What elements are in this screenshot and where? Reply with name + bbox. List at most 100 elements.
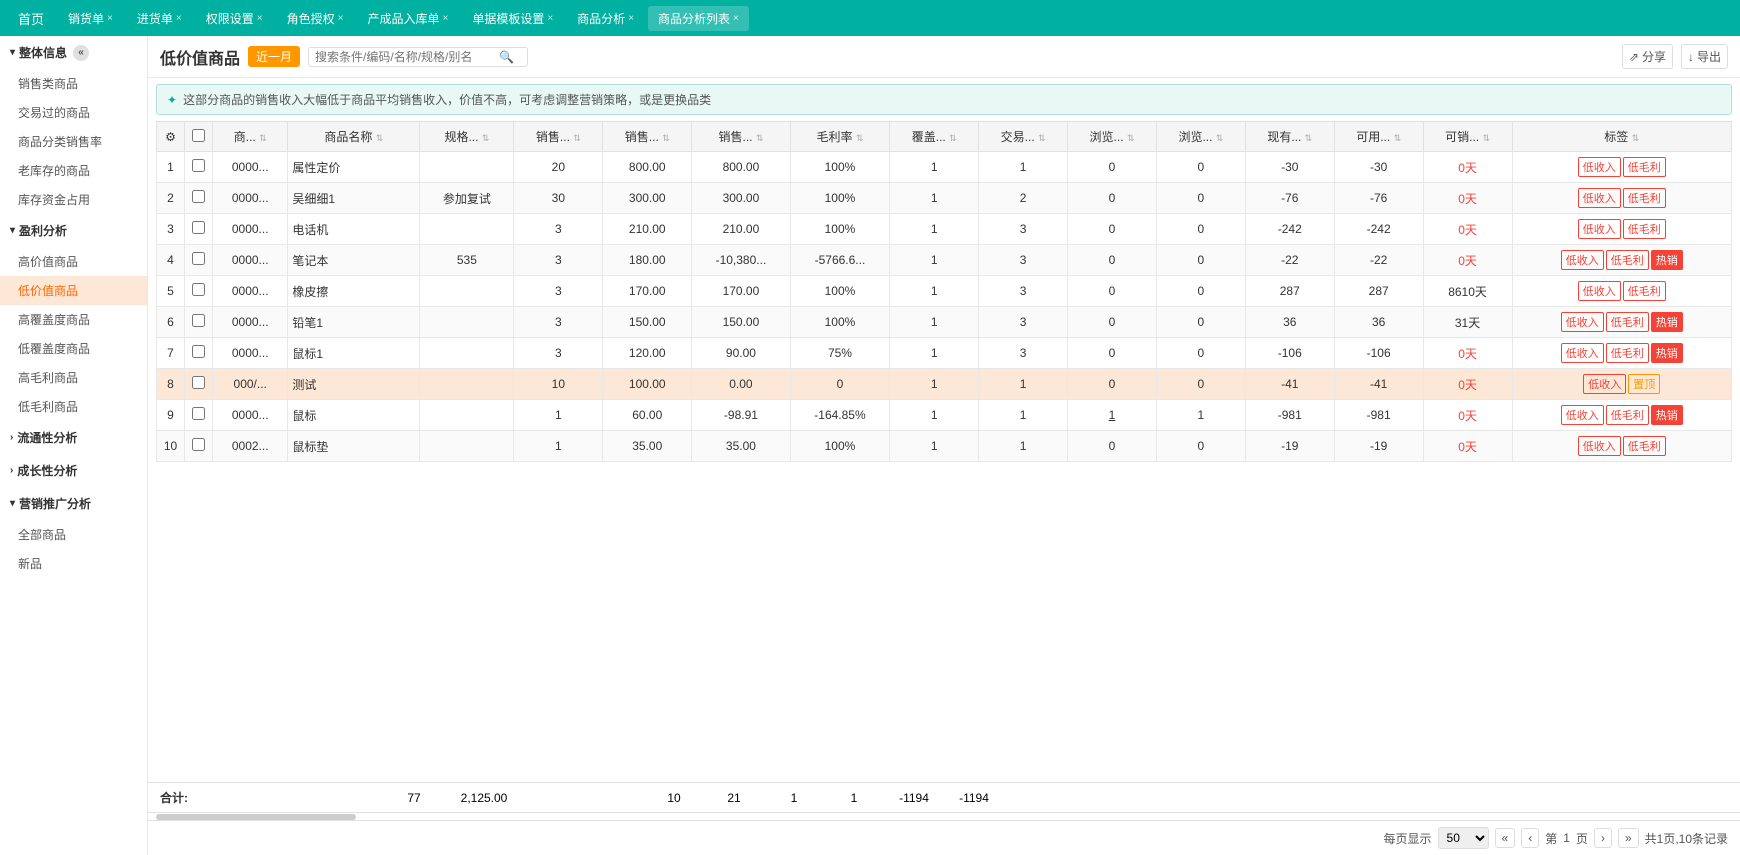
sidebar-section-growth[interactable]: › 成长性分析 — [0, 454, 147, 487]
row-browse1[interactable]: 0 — [1068, 183, 1157, 214]
sidebar-section-profit[interactable]: ▾ 盈利分析 — [0, 214, 147, 247]
row-name[interactable]: 笔记本 — [288, 245, 420, 276]
col-sale2[interactable]: 销售... ⇅ — [692, 122, 790, 152]
last-page-btn[interactable]: » — [1618, 828, 1639, 848]
sidebar-item-high-value[interactable]: 高价值商品 — [0, 247, 147, 276]
row-checkbox[interactable] — [185, 431, 213, 462]
row-browse1[interactable]: 0 — [1068, 152, 1157, 183]
sidebar-item-low-value[interactable]: 低价值商品 — [0, 276, 147, 305]
nav-close-sales[interactable]: × — [107, 13, 113, 24]
row-checkbox[interactable] — [185, 245, 213, 276]
first-page-btn[interactable]: « — [1495, 828, 1516, 848]
nav-close-permissions[interactable]: × — [257, 13, 263, 24]
sidebar-section-marketing[interactable]: ▾ 营销推广分析 — [0, 487, 147, 520]
col-sale1[interactable]: 销售... ⇅ — [603, 122, 692, 152]
sidebar-item-high-margin[interactable]: 高毛利商品 — [0, 363, 147, 392]
nav-template[interactable]: 单据模板设置 × — [462, 6, 563, 31]
row-browse1[interactable]: 0 — [1068, 369, 1157, 400]
col-qty[interactable]: 销售... ⇅ — [514, 122, 603, 152]
nav-production[interactable]: 产成品入库单 × — [357, 6, 458, 31]
row-name[interactable]: 鼠标 — [288, 400, 420, 431]
row-browse1[interactable]: 0 — [1068, 431, 1157, 462]
collapse-btn[interactable]: « — [73, 45, 89, 61]
nav-purchase[interactable]: 进货单 × — [127, 6, 192, 31]
nav-close-production[interactable]: × — [442, 13, 448, 24]
col-tags[interactable]: 标签 ⇅ — [1512, 122, 1732, 152]
select-all-checkbox[interactable] — [192, 129, 205, 142]
filter-recent-month-btn[interactable]: 近一月 — [248, 46, 300, 67]
col-checkbox[interactable] — [185, 122, 213, 152]
col-coverage[interactable]: 覆盖... ⇅ — [890, 122, 979, 152]
sidebar-item-traded-goods[interactable]: 交易过的商品 — [0, 98, 147, 127]
col-gross[interactable]: 毛利率 ⇅ — [790, 122, 890, 152]
row-browse1[interactable]: 0 — [1068, 276, 1157, 307]
row-avail: -30 — [1334, 152, 1423, 183]
col-avail[interactable]: 可用... ⇅ — [1334, 122, 1423, 152]
nav-close-roles[interactable]: × — [338, 13, 344, 24]
row-name[interactable]: 吴细细1 — [288, 183, 420, 214]
sidebar-item-all-goods[interactable]: 全部商品 — [0, 520, 147, 549]
share-button[interactable]: ⇗ 分享 — [1622, 44, 1673, 69]
nav-close-analysis-list[interactable]: × — [733, 13, 739, 24]
nav-close-template[interactable]: × — [547, 13, 553, 24]
nav-sales[interactable]: 销货单 × — [58, 6, 123, 31]
row-browse1[interactable]: 0 — [1068, 214, 1157, 245]
col-salable[interactable]: 可销... ⇅ — [1423, 122, 1512, 152]
sidebar-item-sales-goods[interactable]: 销售类商品 — [0, 69, 147, 98]
nav-roles[interactable]: 角色授权 × — [277, 6, 354, 31]
row-name[interactable]: 橡皮擦 — [288, 276, 420, 307]
col-browse1[interactable]: 浏览... ⇅ — [1068, 122, 1157, 152]
row-browse1[interactable]: 0 — [1068, 245, 1157, 276]
table-container[interactable]: ⚙ 商... ⇅ 商品名称 ⇅ 规格... ⇅ 销售... ⇅ 销售... ⇅ … — [148, 121, 1740, 782]
row-name[interactable]: 铅笔1 — [288, 307, 420, 338]
row-checkbox[interactable] — [185, 214, 213, 245]
row-checkbox[interactable] — [185, 307, 213, 338]
row-name[interactable]: 电话机 — [288, 214, 420, 245]
sidebar-section-overview[interactable]: ▾ 整体信息 « — [0, 36, 147, 69]
next-page-btn[interactable]: › — [1594, 828, 1612, 848]
sidebar-item-low-margin[interactable]: 低毛利商品 — [0, 392, 147, 421]
row-name[interactable]: 鼠标垫 — [288, 431, 420, 462]
col-stock[interactable]: 现有... ⇅ — [1245, 122, 1334, 152]
col-code[interactable]: 商... ⇅ — [213, 122, 288, 152]
row-name[interactable]: 鼠标1 — [288, 338, 420, 369]
col-settings[interactable]: ⚙ — [157, 122, 185, 152]
nav-close-analysis[interactable]: × — [628, 13, 634, 24]
search-icon[interactable]: 🔍 — [499, 50, 514, 64]
col-spec[interactable]: 规格... ⇅ — [420, 122, 514, 152]
row-qty: 20 — [514, 152, 603, 183]
row-checkbox[interactable] — [185, 400, 213, 431]
tag-badge: 低收入 — [1583, 374, 1626, 394]
row-checkbox[interactable] — [185, 276, 213, 307]
nav-close-purchase[interactable]: × — [176, 13, 182, 24]
sidebar-item-new-goods[interactable]: 新品 — [0, 549, 147, 578]
row-index: 7 — [157, 338, 185, 369]
row-checkbox[interactable] — [185, 369, 213, 400]
nav-home[interactable]: 首页 — [8, 5, 54, 32]
nav-analysis[interactable]: 商品分析 × — [567, 6, 644, 31]
col-name[interactable]: 商品名称 ⇅ — [288, 122, 420, 152]
export-button[interactable]: ↓ 导出 — [1681, 44, 1728, 69]
row-browse1[interactable]: 1 — [1068, 400, 1157, 431]
row-checkbox[interactable] — [185, 183, 213, 214]
row-browse1[interactable]: 0 — [1068, 338, 1157, 369]
col-trade[interactable]: 交易... ⇅ — [979, 122, 1068, 152]
row-name[interactable]: 测试 — [288, 369, 420, 400]
row-name[interactable]: 属性定价 — [288, 152, 420, 183]
row-checkbox[interactable] — [185, 338, 213, 369]
page-size-select[interactable]: 50 100 200 — [1438, 827, 1489, 849]
sidebar-item-low-coverage[interactable]: 低覆盖度商品 — [0, 334, 147, 363]
sidebar-item-old-stock[interactable]: 老库存的商品 — [0, 156, 147, 185]
row-browse1[interactable]: 0 — [1068, 307, 1157, 338]
row-checkbox[interactable] — [185, 152, 213, 183]
sidebar-item-category-sales[interactable]: 商品分类销售率 — [0, 127, 147, 156]
col-browse2[interactable]: 浏览... ⇅ — [1156, 122, 1245, 152]
sidebar-item-stock-capital[interactable]: 库存资金占用 — [0, 185, 147, 214]
search-box[interactable]: 🔍 — [308, 47, 528, 67]
nav-analysis-list[interactable]: 商品分析列表 × — [648, 6, 749, 31]
prev-page-btn[interactable]: ‹ — [1521, 828, 1539, 848]
sidebar-item-high-coverage[interactable]: 高覆盖度商品 — [0, 305, 147, 334]
sidebar-section-circulation[interactable]: › 流通性分析 — [0, 421, 147, 454]
nav-permissions[interactable]: 权限设置 × — [196, 6, 273, 31]
search-input[interactable] — [315, 50, 495, 64]
